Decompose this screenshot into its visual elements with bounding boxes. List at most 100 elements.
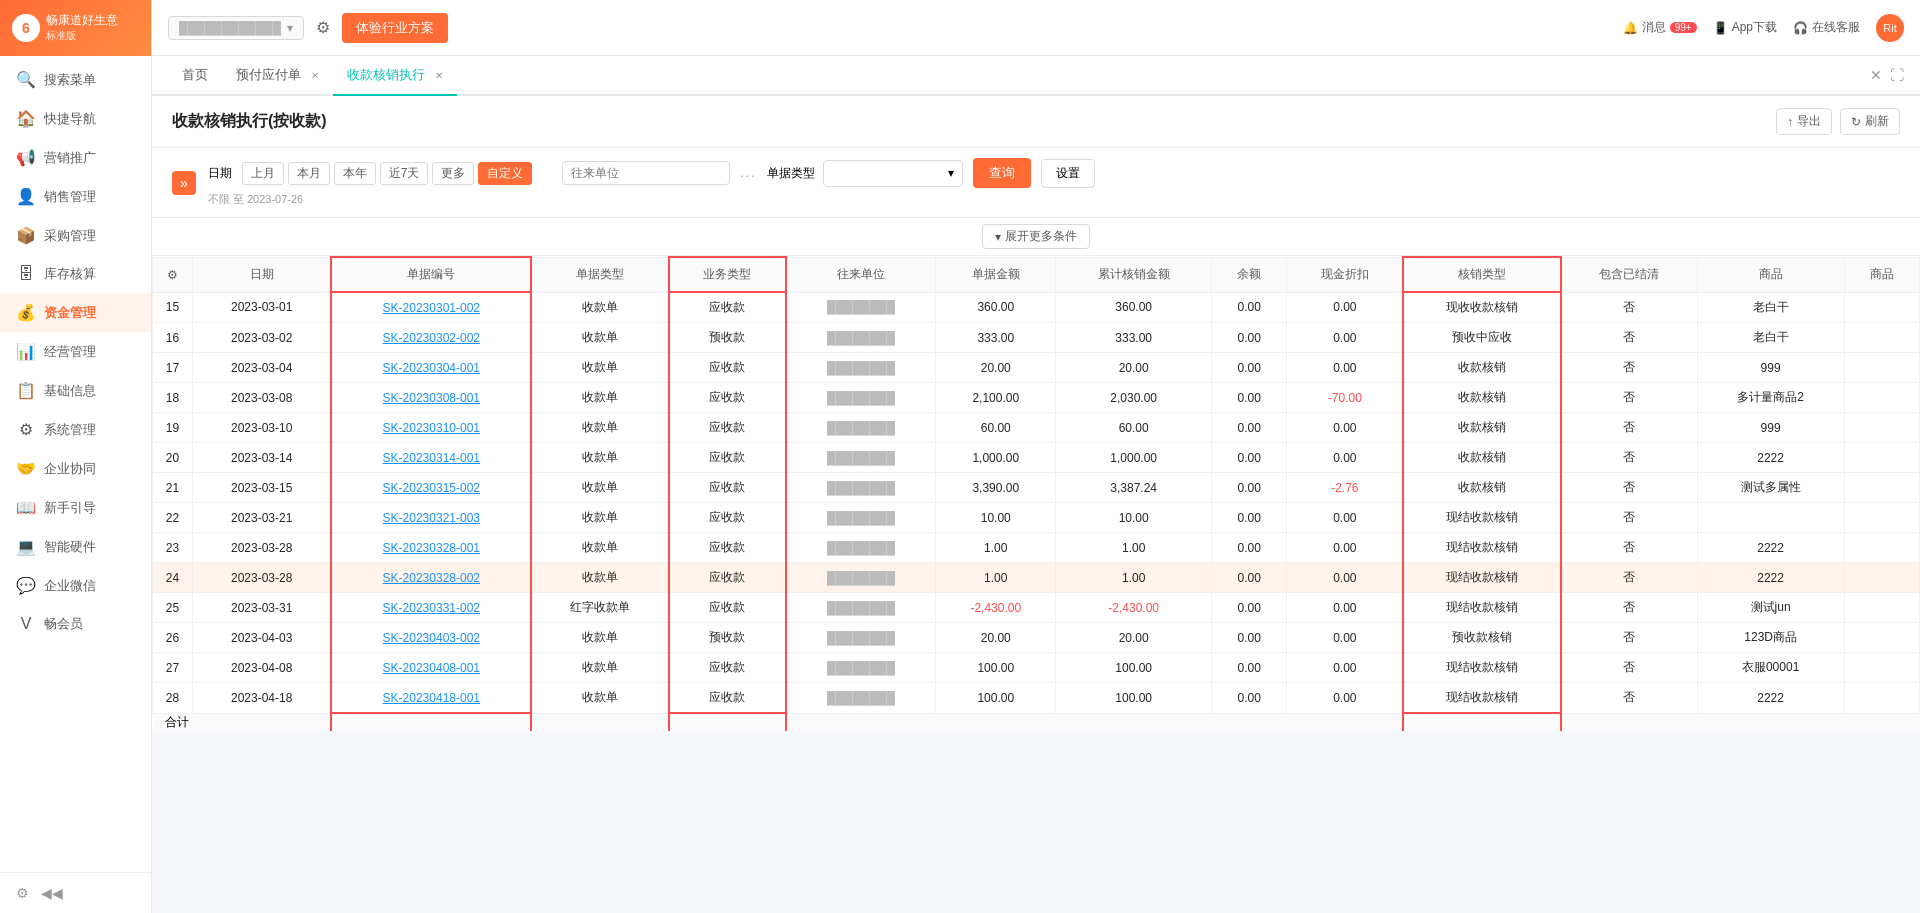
th-order-no[interactable]: 单据编号 xyxy=(331,257,531,292)
export-button[interactable]: ↑ 导出 xyxy=(1776,108,1832,135)
th-cancel-type[interactable]: 核销类型 xyxy=(1403,257,1560,292)
settings-icon[interactable]: ⚙ xyxy=(16,885,29,901)
th-date[interactable]: 日期 xyxy=(193,257,332,292)
query-button[interactable]: 查询 xyxy=(973,158,1031,188)
order-no-link[interactable]: SK-20230301-002 xyxy=(383,301,480,315)
filter-toggle-button[interactable]: » xyxy=(172,171,196,195)
order-no-link[interactable]: SK-20230304-001 xyxy=(383,361,480,375)
order-no-link[interactable]: SK-20230314-001 xyxy=(383,451,480,465)
cell-cash-discount: 0.00 xyxy=(1287,323,1403,353)
sidebar-item-label: 搜索菜单 xyxy=(44,71,96,89)
notification-item[interactable]: 🔔 消息 99+ xyxy=(1623,19,1697,36)
sidebar-item-inventory[interactable]: 🗄 库存核算 xyxy=(0,255,151,293)
order-no-link[interactable]: SK-20230328-002 xyxy=(383,571,480,585)
sidebar-item-operation[interactable]: 📊 经营管理 xyxy=(0,332,151,371)
order-no-link[interactable]: SK-20230331-002 xyxy=(383,601,480,615)
th-biz-type[interactable]: 业务类型 xyxy=(669,257,786,292)
cell-date: 2023-03-08 xyxy=(193,383,332,413)
topbar-left: ████████████ ▾ ⚙ 体验行业方案 xyxy=(168,13,448,43)
sidebar-item-label: 新手引导 xyxy=(44,499,96,517)
cell-balance: 0.00 xyxy=(1212,593,1287,623)
notification-badge: 99+ xyxy=(1670,22,1697,33)
tab-prepay-bills[interactable]: 预付应付单 ✕ xyxy=(222,56,333,96)
th-cash-discount[interactable]: 现金折扣 xyxy=(1287,257,1403,292)
order-no-link[interactable]: SK-20230308-001 xyxy=(383,391,480,405)
cell-biz-type: 应收款 xyxy=(669,653,786,683)
sidebar-item-smart-hardware[interactable]: 💻 智能硬件 xyxy=(0,527,151,566)
tab-collection-verify[interactable]: 收款核销执行 ✕ xyxy=(333,56,457,96)
wechat-icon: 💬 xyxy=(16,576,36,595)
sidebar-item-sales[interactable]: 👤 销售管理 xyxy=(0,177,151,216)
order-no-link[interactable]: SK-20230302-002 xyxy=(383,331,480,345)
sidebar-item-purchase[interactable]: 📦 采购管理 xyxy=(0,216,151,255)
sidebar-item-vip[interactable]: V 畅会员 xyxy=(0,605,151,643)
order-no-link[interactable]: SK-20230418-001 xyxy=(383,691,480,705)
unit-filter xyxy=(562,161,730,185)
unit-input[interactable] xyxy=(562,161,730,185)
cell-unit: ████████ xyxy=(786,653,936,683)
filter-settings-button[interactable]: 设置 xyxy=(1041,159,1095,188)
order-no-link[interactable]: SK-20230403-002 xyxy=(383,631,480,645)
refresh-button[interactable]: ↻ 刷新 xyxy=(1840,108,1900,135)
cell-no: 28 xyxy=(153,683,193,714)
cell-order-no: SK-20230328-002 xyxy=(331,563,531,593)
th-bill-amount[interactable]: 单据金额 xyxy=(936,257,1056,292)
page-header: 收款核销执行(按收款) ↑ 导出 ↻ 刷新 xyxy=(152,96,1920,148)
cell-cancel-type: 收款核销 xyxy=(1403,443,1560,473)
tab-home[interactable]: 首页 xyxy=(168,56,222,96)
sidebar-item-search-menu[interactable]: 🔍 搜索菜单 xyxy=(0,60,151,99)
industry-solution-button[interactable]: 体验行业方案 xyxy=(342,13,448,43)
tab-close-button[interactable]: ✕ xyxy=(1870,67,1882,83)
sidebar-item-enterprise-wechat[interactable]: 💬 企业微信 xyxy=(0,566,151,605)
sidebar-item-system[interactable]: ⚙ 系统管理 xyxy=(0,410,151,449)
company-selector[interactable]: ████████████ ▾ xyxy=(168,16,304,40)
online-service-item[interactable]: 🎧 在线客服 xyxy=(1793,19,1860,36)
order-no-link[interactable]: SK-20230310-001 xyxy=(383,421,480,435)
cell-bill-type: 红字收款单 xyxy=(531,593,668,623)
last-7days-button[interactable]: 近7天 xyxy=(380,162,429,185)
th-unit[interactable]: 往来单位 xyxy=(786,257,936,292)
table-row: 22 2023-03-21 SK-20230321-003 收款单 应收款 ██… xyxy=(153,503,1920,533)
cell-balance: 0.00 xyxy=(1212,473,1287,503)
cell-include-settled: 否 xyxy=(1561,383,1697,413)
th-goods[interactable]: 商品 xyxy=(1697,257,1844,292)
sidebar-item-enterprise-collab[interactable]: 🤝 企业协同 xyxy=(0,449,151,488)
custom-date-button[interactable]: 自定义 xyxy=(478,162,532,185)
cell-unit: ████████ xyxy=(786,353,936,383)
bill-type-select[interactable]: ▾ xyxy=(823,160,963,187)
sidebar-item-beginner[interactable]: 📖 新手引导 xyxy=(0,488,151,527)
sidebar-item-fund[interactable]: 💰 资金管理 xyxy=(0,293,151,332)
cell-order-no: SK-20230310-001 xyxy=(331,413,531,443)
tab-collection-close-icon[interactable]: ✕ xyxy=(435,70,443,81)
cell-unit: ████████ xyxy=(786,563,936,593)
tab-prepay-close-icon[interactable]: ✕ xyxy=(311,70,319,81)
cell-unit: ████████ xyxy=(786,413,936,443)
expand-more-button[interactable]: ▾ 展开更多条件 xyxy=(982,224,1090,249)
order-no-link[interactable]: SK-20230321-003 xyxy=(383,511,480,525)
sidebar-item-basic-info[interactable]: 📋 基础信息 xyxy=(0,371,151,410)
order-no-link[interactable]: SK-20230328-001 xyxy=(383,541,480,555)
cell-bill-amount: 3,390.00 xyxy=(936,473,1056,503)
user-avatar[interactable]: Rit xyxy=(1876,14,1904,42)
this-year-button[interactable]: 本年 xyxy=(334,162,376,185)
more-button[interactable]: 更多 xyxy=(432,162,474,185)
this-month-button[interactable]: 本月 xyxy=(288,162,330,185)
th-accum-cancel[interactable]: 累计核销金额 xyxy=(1056,257,1212,292)
app-download-item[interactable]: 📱 App下载 xyxy=(1713,19,1777,36)
sidebar-logo: 6 畅康道好生意 标准版 xyxy=(0,0,151,56)
sidebar-item-marketing[interactable]: 📢 营销推广 xyxy=(0,138,151,177)
last-month-button[interactable]: 上月 xyxy=(242,162,284,185)
cell-bill-amount: 360.00 xyxy=(936,292,1056,323)
tab-maximize-button[interactable]: ⛶ xyxy=(1890,67,1904,83)
th-balance[interactable]: 余额 xyxy=(1212,257,1287,292)
tab-collection-label: 收款核销执行 xyxy=(347,66,425,84)
th-gear[interactable]: ⚙ xyxy=(153,257,193,292)
collapse-icon[interactable]: ◀◀ xyxy=(41,885,63,901)
th-include-settled[interactable]: 包含已结清 xyxy=(1561,257,1697,292)
order-no-link[interactable]: SK-20230315-002 xyxy=(383,481,480,495)
th-bill-type[interactable]: 单据类型 xyxy=(531,257,668,292)
th-goods2[interactable]: 商品 xyxy=(1844,257,1919,292)
topbar-gear-icon[interactable]: ⚙ xyxy=(316,18,330,37)
order-no-link[interactable]: SK-20230408-001 xyxy=(383,661,480,675)
sidebar-item-quick-nav[interactable]: 🏠 快捷导航 xyxy=(0,99,151,138)
